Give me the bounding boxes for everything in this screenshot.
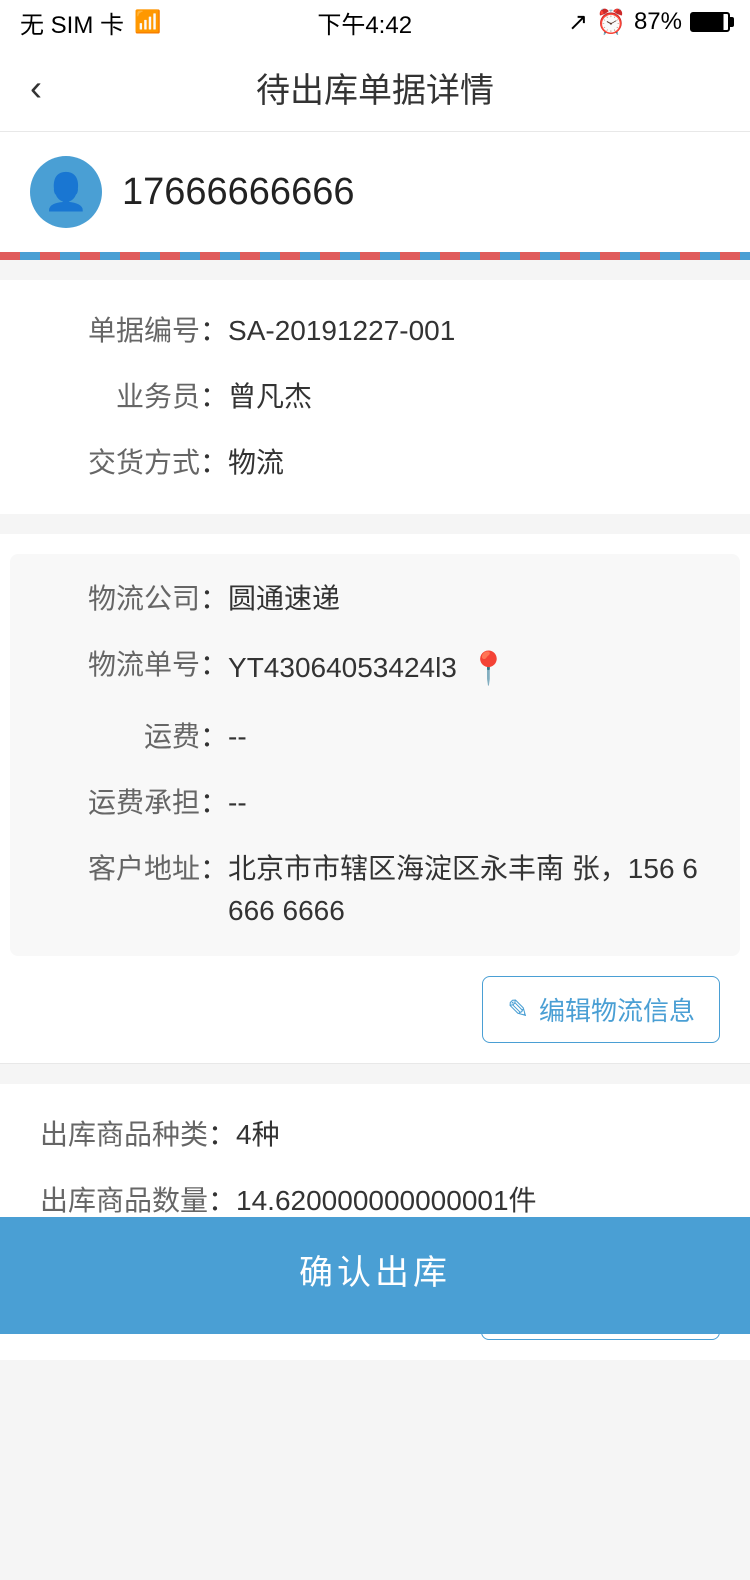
logistics-section: 物流公司 圆通速递 物流单号 YT43064053424l3 📍 运费 -- 运…: [0, 534, 750, 1063]
alarm-icon: ⏰: [596, 8, 626, 37]
tracking-no-value: YT43064053424l3 📍: [228, 644, 710, 692]
battery-icon: [690, 12, 730, 32]
dashed-divider: [0, 252, 750, 260]
goods-type-value: 4种: [236, 1114, 710, 1156]
goods-quantity-value: 14.620000000000001件: [236, 1180, 710, 1222]
freight-label: 运费: [40, 716, 200, 758]
logistics-box: 物流公司 圆通速递 物流单号 YT43064053424l3 📍 运费 -- 运…: [10, 554, 740, 956]
address-label: 客户地址: [40, 848, 200, 890]
delivery-type-label: 交货方式: [40, 442, 200, 484]
edit-logistics-btn-row: ✎ 编辑物流信息: [0, 956, 750, 1063]
goods-quantity-label: 出库商品数量: [40, 1180, 208, 1222]
edit-icon: ✎: [507, 994, 529, 1025]
customer-phone: 17666666666: [122, 171, 354, 214]
back-button[interactable]: ‹: [30, 70, 42, 106]
section-divider: [0, 1063, 750, 1064]
order-no-row: 单据编号 SA-20191227-001: [40, 310, 710, 352]
delivery-type-value: 物流: [228, 442, 710, 484]
tracking-no-label: 物流单号: [40, 644, 200, 686]
order-info-section: 单据编号 SA-20191227-001 业务员 曾凡杰 交货方式 物流: [0, 280, 750, 514]
confirm-btn-wrap: 确认出库: [0, 1217, 750, 1334]
status-bar: 无 SIM 卡 📶 下午4:42 ↗ ⏰ 87%: [0, 0, 750, 44]
freight-bearer-row: 运费承担 --: [40, 782, 710, 824]
tracking-no-text: YT43064053424l3: [228, 647, 457, 689]
freight-bearer-label: 运费承担: [40, 782, 200, 824]
address-row: 客户地址 北京市市辖区海淀区永丰南 张，156 6666 6666: [40, 848, 710, 932]
bottom-spacer: [0, 1360, 750, 1580]
carrier-label: 无 SIM 卡: [20, 5, 124, 40]
time-label: 下午4:42: [317, 5, 412, 40]
user-icon: 👤: [44, 171, 89, 213]
delivery-type-row: 交货方式 物流: [40, 442, 710, 484]
location-icon[interactable]: 📍: [469, 644, 509, 692]
page-title: 待出库单据详情: [256, 63, 494, 112]
customer-header: 👤 17666666666: [0, 132, 750, 252]
wifi-icon: 📶: [134, 9, 161, 35]
battery-label: 87%: [634, 8, 682, 36]
logistics-company-label: 物流公司: [40, 578, 200, 620]
location-status-icon: ↗: [568, 8, 588, 37]
goods-type-row: 出库商品种类 4种: [40, 1114, 710, 1156]
sales-rep-row: 业务员 曾凡杰: [40, 376, 710, 418]
freight-bearer-value: --: [228, 782, 710, 824]
order-no-label: 单据编号: [40, 310, 200, 352]
avatar: 👤: [30, 156, 102, 228]
logistics-company-row: 物流公司 圆通速递: [40, 578, 710, 620]
order-no-value: SA-20191227-001: [228, 310, 710, 352]
freight-row: 运费 --: [40, 716, 710, 758]
edit-logistics-button[interactable]: ✎ 编辑物流信息: [482, 976, 720, 1043]
goods-type-label: 出库商品种类: [40, 1114, 208, 1156]
address-value: 北京市市辖区海淀区永丰南 张，156 6666 6666: [228, 848, 710, 932]
goods-quantity-row: 出库商品数量 14.620000000000001件: [40, 1180, 710, 1222]
tracking-no-row: 物流单号 YT43064053424l3 📍: [40, 644, 710, 692]
freight-value: --: [228, 716, 710, 758]
sales-rep-value: 曾凡杰: [228, 376, 710, 418]
sales-rep-label: 业务员: [40, 376, 200, 418]
edit-logistics-label: 编辑物流信息: [539, 991, 695, 1028]
nav-bar: ‹ 待出库单据详情: [0, 44, 750, 132]
confirm-outbound-button[interactable]: 确认出库: [40, 1245, 710, 1294]
logistics-company-value: 圆通速递: [228, 578, 710, 620]
